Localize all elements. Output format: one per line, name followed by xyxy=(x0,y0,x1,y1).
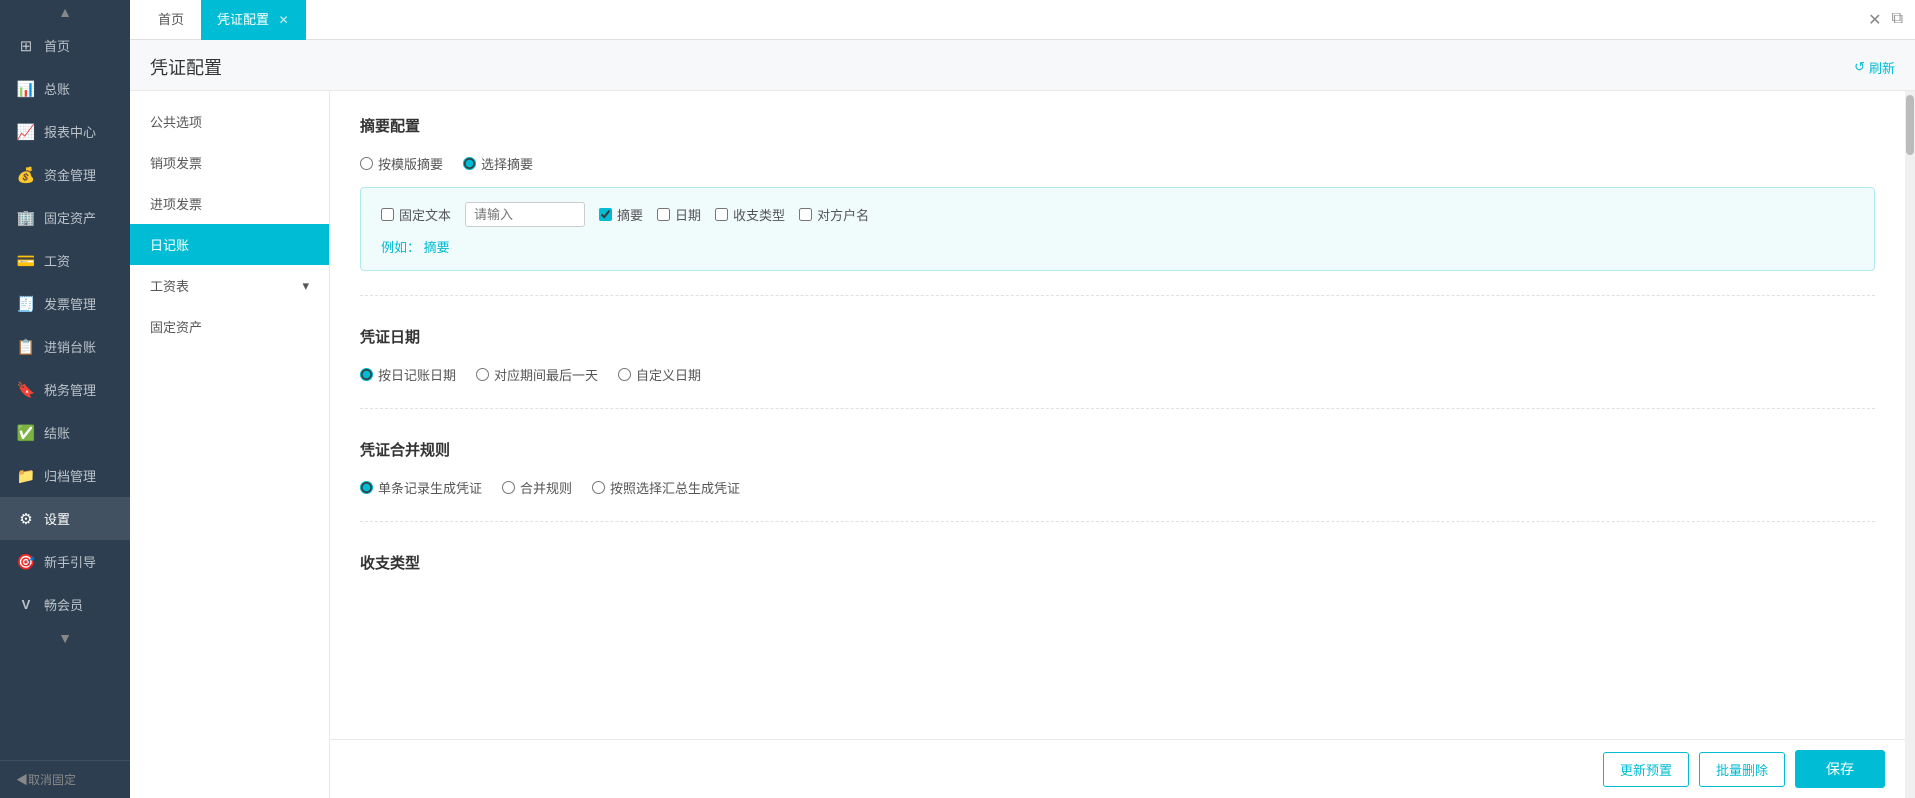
fixed-text-input[interactable] xyxy=(465,202,585,227)
radio-custom-date[interactable]: 自定义日期 xyxy=(618,365,701,384)
body-split: 公共选项 销项发票 进项发票 日记账 工资表 ▾ 固定资产 xyxy=(130,91,1915,798)
radio-journal-date[interactable]: 按日记账日期 xyxy=(360,365,456,384)
ledger-icon: 📊 xyxy=(16,80,36,98)
checkbox-counterparty[interactable]: 对方户名 xyxy=(799,205,869,224)
sidebar-item-ledger[interactable]: 📊 总账 xyxy=(0,67,130,110)
tab-home[interactable]: 首页 xyxy=(142,0,201,40)
left-nav-item-journal[interactable]: 日记账 xyxy=(130,224,329,265)
home-icon: ⊞ xyxy=(16,37,36,55)
main-area: 首页 凭证配置 ✕ ✕ ⧉ 凭证配置 ↺ 刷新 公共选项 xyxy=(130,0,1915,798)
expand-arrow-icon: ▾ xyxy=(302,278,309,294)
tab-bar: 首页 凭证配置 ✕ ✕ ⧉ xyxy=(130,0,1915,40)
scrollbar-thumb[interactable] xyxy=(1906,95,1914,155)
sidebar-item-funds[interactable]: 💰 资金管理 xyxy=(0,153,130,196)
sidebar-item-settings[interactable]: ⚙ 设置 xyxy=(0,497,130,540)
assets-icon: 🏢 xyxy=(16,209,36,227)
sidebar: ▲ ⊞ 首页 📊 总账 📈 报表中心 💰 资金管理 🏢 固定资产 💳 工资 🧾 … xyxy=(0,0,130,798)
summary-config-title: 摘要配置 xyxy=(360,115,1875,136)
guide-icon: 🎯 xyxy=(16,553,36,571)
sidebar-item-invoice[interactable]: 🧾 发票管理 xyxy=(0,282,130,325)
tax-icon: 🔖 xyxy=(16,381,36,399)
radio-last-day[interactable]: 对应期间最后一天 xyxy=(476,365,598,384)
salary-icon: 💳 xyxy=(16,252,36,270)
sidebar-item-guide[interactable]: 🎯 新手引导 xyxy=(0,540,130,583)
funds-icon: 💰 xyxy=(16,166,36,184)
left-nav-item-public[interactable]: 公共选项 xyxy=(130,101,329,142)
summary-checkbox-row: 固定文本 摘要 日期 xyxy=(381,202,1854,227)
batch-delete-button[interactable]: 批量删除 xyxy=(1699,752,1785,787)
window-restore-icon[interactable]: ⧉ xyxy=(1892,10,1903,30)
save-button[interactable]: 保存 xyxy=(1795,750,1885,788)
sidebar-item-tax[interactable]: 🔖 税务管理 xyxy=(0,368,130,411)
window-close-icon[interactable]: ✕ xyxy=(1868,10,1881,30)
voucher-date-radio-group: 按日记账日期 对应期间最后一天 自定义日期 xyxy=(360,365,1875,384)
radio-merge-rule[interactable]: 合并规则 xyxy=(502,478,572,497)
sidebar-item-archive[interactable]: 📁 归档管理 xyxy=(0,454,130,497)
page-title: 凭证配置 xyxy=(150,54,222,80)
section-voucher-merge: 凭证合并规则 单条记录生成凭证 合并规则 xyxy=(360,439,1875,522)
section-voucher-date: 凭证日期 按日记账日期 对应期间最后一天 xyxy=(360,326,1875,409)
voucher-merge-title: 凭证合并规则 xyxy=(360,439,1875,460)
settings-icon: ⚙ xyxy=(16,510,36,528)
page-header: 凭证配置 ↺ 刷新 xyxy=(130,40,1915,91)
archive-icon: 📁 xyxy=(16,467,36,485)
left-nav: 公共选项 销项发票 进项发票 日记账 工资表 ▾ 固定资产 xyxy=(130,91,330,798)
outer-scrollbar[interactable] xyxy=(1905,91,1915,798)
content-area: 凭证配置 ↺ 刷新 公共选项 销项发票 进项发票 日记账 xyxy=(130,40,1915,798)
sidebar-unpin-button[interactable]: ◀取消固定 xyxy=(0,760,130,798)
checkbox-summary[interactable]: 摘要 xyxy=(599,205,643,224)
summary-config-box: 固定文本 摘要 日期 xyxy=(360,187,1875,271)
sidebar-item-salary[interactable]: 💳 工资 xyxy=(0,239,130,282)
radio-summary-generate[interactable]: 按照选择汇总生成凭证 xyxy=(592,478,740,497)
section-summary-config: 摘要配置 按模版摘要 选择摘要 xyxy=(360,115,1875,296)
sidebar-item-checkout[interactable]: ✅ 结账 xyxy=(0,411,130,454)
sidebar-item-assets[interactable]: 🏢 固定资产 xyxy=(0,196,130,239)
tab-voucher-config[interactable]: 凭证配置 ✕ xyxy=(201,0,306,40)
sidebar-item-reports[interactable]: 📈 报表中心 xyxy=(0,110,130,153)
left-nav-item-payroll[interactable]: 工资表 ▾ xyxy=(130,265,329,306)
voucher-merge-radio-group: 单条记录生成凭证 合并规则 按照选择汇总生成凭证 xyxy=(360,478,1875,497)
sidebar-item-member[interactable]: V 畅会员 xyxy=(0,583,130,626)
reports-icon: 📈 xyxy=(16,123,36,141)
update-preview-button[interactable]: 更新预置 xyxy=(1603,752,1689,787)
sidebar-scroll-down[interactable]: ▼ xyxy=(0,626,130,650)
tab-bar-actions: ✕ ⧉ xyxy=(1868,10,1903,30)
tab-close-icon[interactable]: ✕ xyxy=(279,13,289,27)
invoice-icon: 🧾 xyxy=(16,295,36,313)
left-nav-item-sales-invoice[interactable]: 销项发票 xyxy=(130,142,329,183)
checkbox-date[interactable]: 日期 xyxy=(657,205,701,224)
sidebar-item-home[interactable]: ⊞ 首页 xyxy=(0,24,130,67)
summary-preview: 例如： 摘要 xyxy=(381,237,1854,256)
refresh-icon: ↺ xyxy=(1854,59,1865,75)
radio-template-summary[interactable]: 按模版摘要 xyxy=(360,154,443,173)
sidebar-scroll-up[interactable]: ▲ xyxy=(0,0,130,24)
checkbox-income-expense-type[interactable]: 收支类型 xyxy=(715,205,785,224)
radio-select-summary[interactable]: 选择摘要 xyxy=(463,154,533,173)
checkout-icon: ✅ xyxy=(16,424,36,442)
radio-single-record[interactable]: 单条记录生成凭证 xyxy=(360,478,482,497)
right-content: 摘要配置 按模版摘要 选择摘要 xyxy=(330,91,1905,739)
income-expense-title: 收支类型 xyxy=(360,552,1875,573)
refresh-button[interactable]: ↺ 刷新 xyxy=(1854,58,1895,77)
checkbox-fixed-text[interactable]: 固定文本 xyxy=(381,205,451,224)
left-nav-item-fixed-assets[interactable]: 固定资产 xyxy=(130,306,329,347)
left-nav-item-purchase-invoice[interactable]: 进项发票 xyxy=(130,183,329,224)
summary-mode-radio-group: 按模版摘要 选择摘要 xyxy=(360,154,1875,173)
member-icon: V xyxy=(16,597,36,612)
bottom-bar: 更新预置 批量删除 保存 xyxy=(330,739,1905,798)
section-income-expense: 收支类型 xyxy=(360,552,1875,615)
sidebar-item-trade[interactable]: 📋 进销台账 xyxy=(0,325,130,368)
voucher-date-title: 凭证日期 xyxy=(360,326,1875,347)
trade-icon: 📋 xyxy=(16,338,36,356)
